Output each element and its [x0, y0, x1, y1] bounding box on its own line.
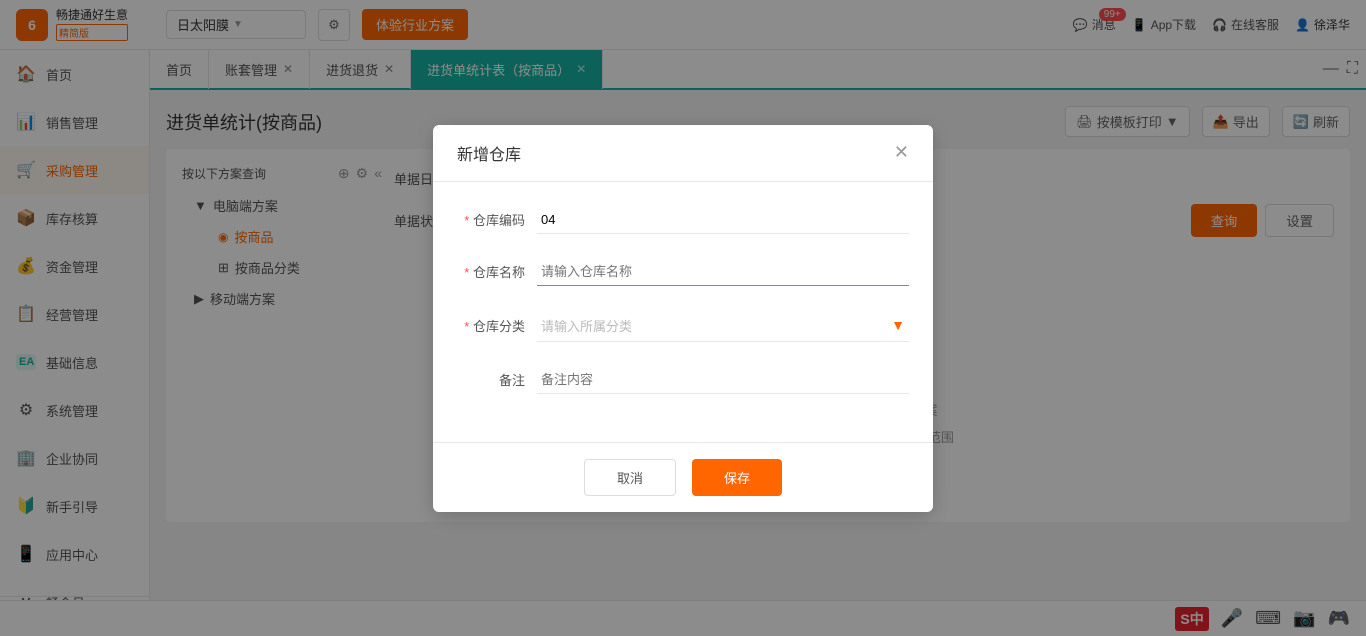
add-warehouse-modal: 新增仓库 ✕ * 仓库编码 * 仓库名称 [433, 125, 933, 512]
modal-footer: 取消 保存 [433, 442, 933, 512]
note-label: 备注 [457, 370, 537, 389]
form-row-code: * 仓库编码 [457, 206, 909, 234]
required-mark: * [464, 213, 469, 228]
name-input[interactable] [537, 258, 909, 286]
required-mark-2: * [464, 265, 469, 280]
save-button[interactable]: 保存 [692, 459, 782, 496]
category-select[interactable]: 请输入所属分类 ▼ [537, 310, 909, 342]
modal-body: * 仓库编码 * 仓库名称 * 仓库分类 请输入所属 [433, 182, 933, 442]
modal-close-button[interactable]: ✕ [894, 142, 909, 163]
category-placeholder: 请输入所属分类 [541, 316, 632, 335]
code-label: * 仓库编码 [457, 210, 537, 229]
note-input[interactable] [537, 366, 909, 394]
form-row-category: * 仓库分类 请输入所属分类 ▼ [457, 310, 909, 342]
form-row-name: * 仓库名称 [457, 258, 909, 286]
modal-overlay: 新增仓库 ✕ * 仓库编码 * 仓库名称 [0, 0, 1366, 636]
form-row-note: 备注 [457, 366, 909, 394]
modal-header: 新增仓库 ✕ [433, 125, 933, 182]
name-label: * 仓库名称 [457, 262, 537, 281]
code-input[interactable] [537, 206, 909, 234]
modal-title: 新增仓库 [457, 141, 521, 165]
category-label: * 仓库分类 [457, 316, 537, 335]
cancel-button[interactable]: 取消 [584, 459, 676, 496]
required-mark-3: * [464, 319, 469, 334]
category-arrow-icon: ▼ [891, 317, 905, 333]
